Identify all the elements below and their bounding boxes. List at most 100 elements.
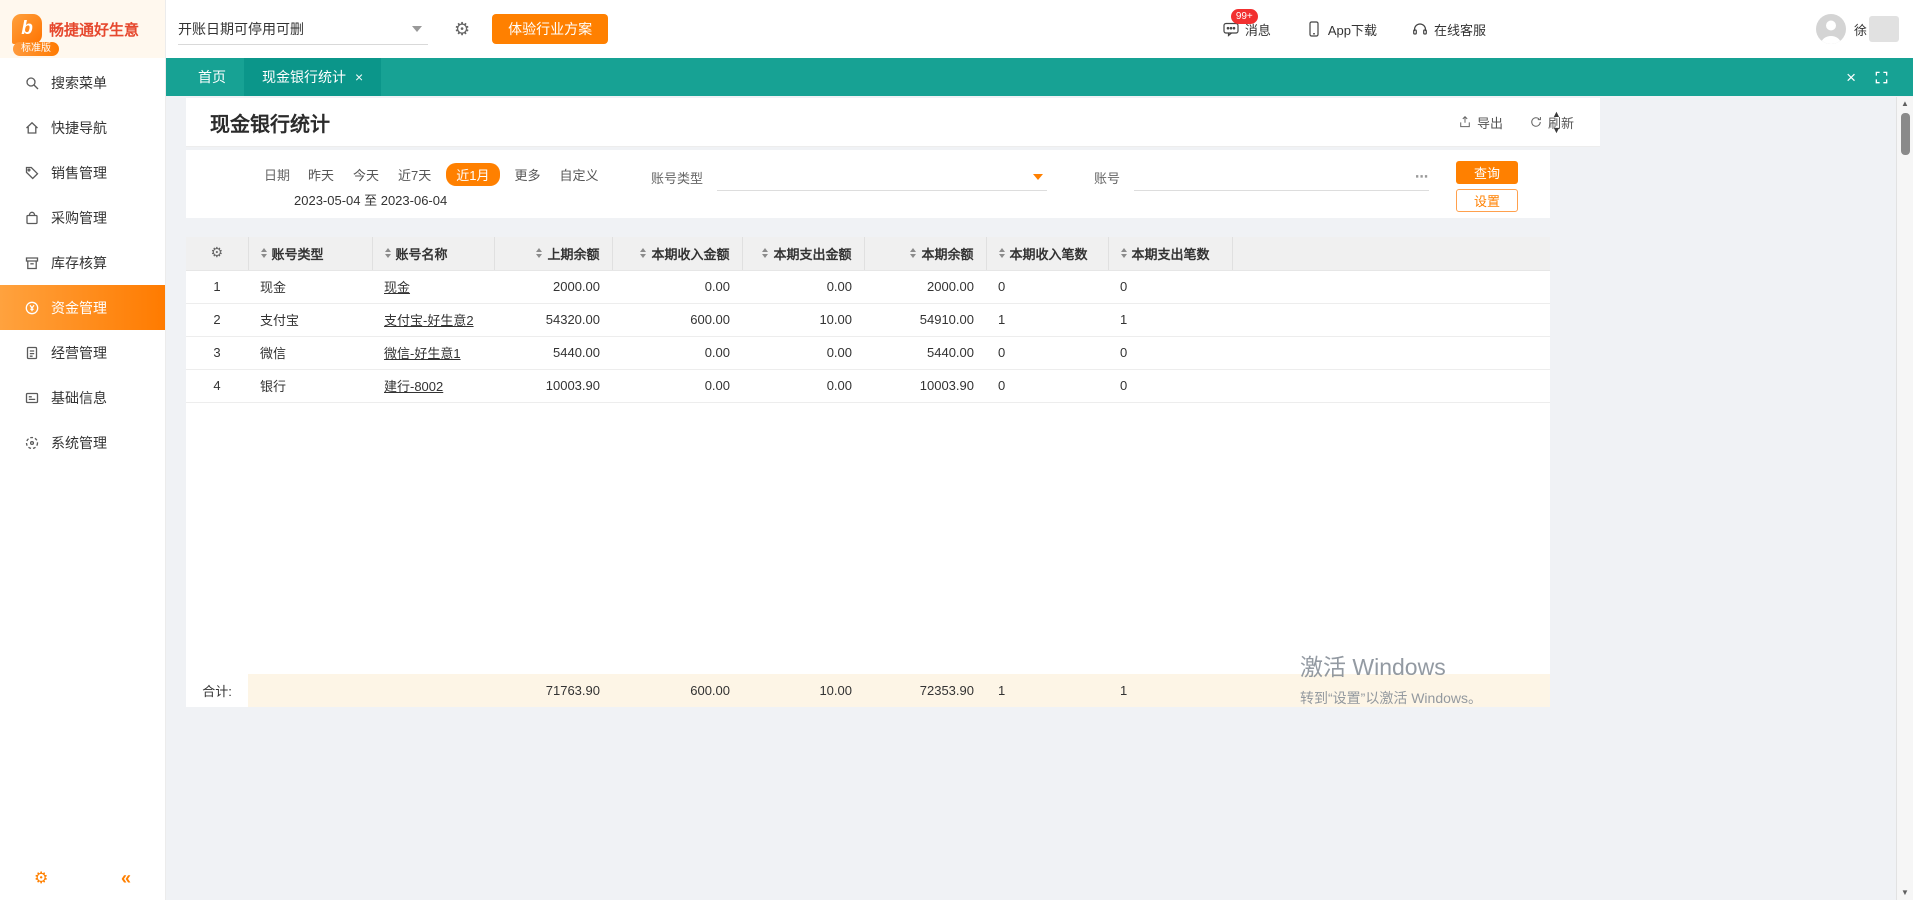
sidebar-item-quick-nav[interactable]: 快捷导航 <box>0 105 165 150</box>
account-name-link[interactable]: 支付宝-好生意2 <box>384 313 474 328</box>
cell-current-balance: 5440.00 <box>864 336 986 370</box>
column-header-prev-balance[interactable]: 上期余额 <box>494 237 613 271</box>
total-income-count: 1 <box>986 674 1108 707</box>
date-option-yesterday[interactable]: 昨天 <box>304 163 338 186</box>
sort-icon[interactable] <box>910 248 917 259</box>
column-header-account-type[interactable]: 账号类型 <box>248 237 373 271</box>
tab-close-icon[interactable]: × <box>355 69 363 85</box>
sidebar-item-basic-info[interactable]: 基础信息 <box>0 375 165 420</box>
messages-item[interactable]: 99+ 消息 <box>1222 8 1271 39</box>
export-label: 导出 <box>1476 115 1503 131</box>
table-row: 4 银行 建行-8002 10003.90 0.00 0.00 10003.90… <box>186 369 1550 403</box>
more-options-icon[interactable]: ⋯ <box>1415 169 1429 185</box>
column-header-account-name[interactable]: 账号名称 <box>372 237 495 271</box>
cell-income-count: 0 <box>986 336 1108 370</box>
username-text: 徐 <box>1853 22 1867 38</box>
export-button[interactable]: 导出 <box>1458 113 1503 132</box>
sidebar-item-system-mgmt[interactable]: 系统管理 <box>0 420 165 465</box>
sidebar-item-search-menu[interactable]: 搜索菜单 <box>0 60 165 105</box>
cell-income-count: 1 <box>986 303 1108 337</box>
sort-icon[interactable] <box>998 248 1005 259</box>
close-all-tabs-icon[interactable]: × <box>1846 69 1856 86</box>
cell-current-balance: 54910.00 <box>864 303 986 337</box>
results-table-card: ⚙ 账号类型 账号名称 上期余额 本期收入金额 本期支出金额 本期余额 本期收入… <box>186 237 1550 707</box>
row-index: 4 <box>186 369 248 403</box>
sidebar-item-label: 基础信息 <box>51 389 107 406</box>
vertical-scrollbar[interactable]: ▲ ▼ <box>1896 97 1913 900</box>
sidebar-footer: ⚙ « <box>0 856 165 900</box>
page-title: 现金银行统计 <box>210 113 330 136</box>
card-icon <box>24 390 40 406</box>
date-option-today[interactable]: 今天 <box>349 163 383 186</box>
date-option-more[interactable]: 更多 <box>511 163 545 186</box>
sort-icon[interactable] <box>1120 248 1127 259</box>
total-expense-amount: 10.00 <box>742 674 864 707</box>
sidebar-item-purchase-mgmt[interactable]: 采购管理 <box>0 195 165 240</box>
chevron-down-icon <box>1033 174 1044 180</box>
fullscreen-icon[interactable] <box>1874 70 1889 85</box>
sort-icon[interactable] <box>260 248 267 259</box>
row-index: 2 <box>186 303 248 337</box>
app-download-item[interactable]: App下载 <box>1305 20 1377 39</box>
online-service-item[interactable]: 在线客服 <box>1411 20 1486 39</box>
cell-prev-balance: 10003.90 <box>494 369 612 403</box>
tab-cash-bank-stats[interactable]: 现金银行统计 × <box>244 58 382 96</box>
sidebar-collapse-icon[interactable]: « <box>121 868 131 889</box>
sort-icon[interactable] <box>384 248 391 259</box>
scroll-down-icon[interactable]: ▼ <box>1901 889 1909 897</box>
cell-current-balance: 2000.00 <box>864 270 986 304</box>
account-type-label: 账号类型 <box>651 171 704 186</box>
brand-area: b 畅捷通好生意 标准版 <box>0 0 165 58</box>
column-header-expense-count[interactable]: 本期支出笔数 <box>1108 237 1233 271</box>
topbar-gear-icon[interactable]: ⚙ <box>454 19 470 40</box>
spinner-down-icon[interactable]: ▼ <box>1552 126 1561 135</box>
sidebar-item-inventory-accounting[interactable]: 库存核算 <box>0 240 165 285</box>
account-name-link[interactable]: 建行-8002 <box>384 379 443 394</box>
column-header-current-balance[interactable]: 本期余额 <box>864 237 987 271</box>
trial-plan-button[interactable]: 体验行业方案 <box>492 14 609 44</box>
home-icon <box>24 120 40 136</box>
cell-current-balance: 10003.90 <box>864 369 986 403</box>
sidebar-item-operations-mgmt[interactable]: 经营管理 <box>0 330 165 375</box>
sort-icon[interactable] <box>762 248 769 259</box>
sidebar-item-label: 销售管理 <box>51 164 107 181</box>
column-header-expense-amount[interactable]: 本期支出金额 <box>742 237 865 271</box>
date-option-last-month[interactable]: 近1月 <box>446 163 500 186</box>
column-header-income-amount[interactable]: 本期收入金额 <box>612 237 743 271</box>
filter-bar: 日期 昨天 今天 近7天 近1月 更多 自定义 2023-05-04 至 202… <box>186 150 1550 218</box>
tab-home[interactable]: 首页 <box>180 58 244 96</box>
date-option-last7days[interactable]: 近7天 <box>394 163 435 186</box>
account-input[interactable]: ⋯ <box>1134 164 1430 191</box>
account-name-link[interactable]: 微信-好生意1 <box>384 346 461 361</box>
spinner-up-icon[interactable]: ▲ <box>1552 110 1561 119</box>
money-icon <box>24 300 40 316</box>
sidebar: b 畅捷通好生意 标准版 搜索菜单 快捷导航 销售管理 采购管理 库存核算 资金… <box>0 0 166 900</box>
sidebar-item-funds-mgmt[interactable]: 资金管理 <box>0 285 165 330</box>
column-settings-gear-icon[interactable]: ⚙ <box>210 245 223 261</box>
scrollbar-thumb[interactable] <box>1900 113 1910 155</box>
sidebar-item-label: 采购管理 <box>51 209 107 226</box>
sidebar-nav: 搜索菜单 快捷导航 销售管理 采购管理 库存核算 资金管理 经营管理 基础信息 … <box>0 58 165 465</box>
table-row: 3 微信 微信-好生意1 5440.00 0.00 0.00 5440.00 0… <box>186 336 1550 370</box>
content-scroll-spinner[interactable]: ▲ ▼ <box>1552 110 1561 135</box>
sort-icon[interactable] <box>536 248 543 259</box>
sidebar-item-label: 经营管理 <box>51 344 107 361</box>
scroll-up-icon[interactable]: ▲ <box>1901 100 1909 108</box>
column-header-income-count[interactable]: 本期收入笔数 <box>986 237 1109 271</box>
account-type-select[interactable] <box>717 164 1048 191</box>
total-prev-balance: 71763.90 <box>494 674 612 707</box>
account-name-link[interactable]: 现金 <box>384 280 410 295</box>
user-menu[interactable]: 徐 <box>1815 14 1899 44</box>
topbar-icon-cluster: 99+ 消息 App下载 在线客服 <box>1222 8 1486 39</box>
date-option-custom[interactable]: 自定义 <box>556 163 603 186</box>
results-table: ⚙ 账号类型 账号名称 上期余额 本期收入金额 本期支出金额 本期余额 本期收入… <box>186 237 1550 403</box>
sidebar-settings-gear-icon[interactable]: ⚙ <box>34 868 48 888</box>
cell-prev-balance: 54320.00 <box>494 303 612 337</box>
sort-icon[interactable] <box>640 248 647 259</box>
sidebar-item-sales-mgmt[interactable]: 销售管理 <box>0 150 165 195</box>
table-row: 2 支付宝 支付宝-好生意2 54320.00 600.00 10.00 549… <box>186 303 1550 337</box>
query-button[interactable]: 查询 <box>1456 161 1518 184</box>
period-select[interactable]: 开账日期可停用可删 <box>178 14 428 45</box>
settings-button[interactable]: 设置 <box>1456 189 1518 212</box>
table-row: 1 现金 现金 2000.00 0.00 0.00 2000.00 0 0 <box>186 270 1550 304</box>
